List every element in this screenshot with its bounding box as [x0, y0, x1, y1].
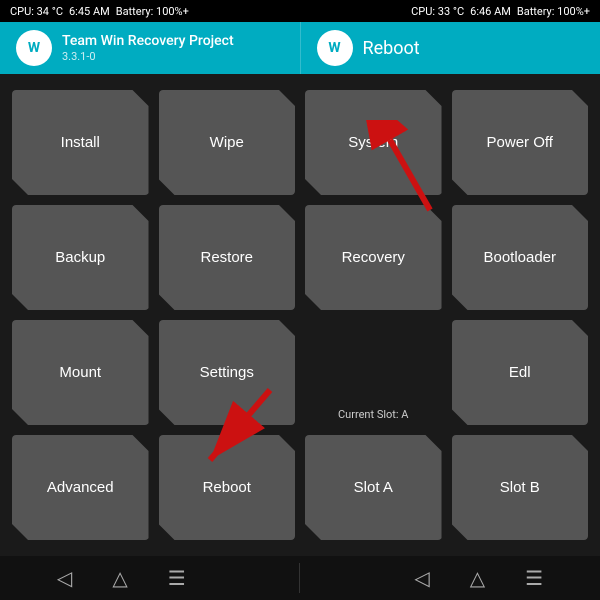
header: W Team Win Recovery Project 3.3.1-0 W Re…: [0, 22, 600, 74]
settings-button[interactable]: Settings: [159, 320, 296, 425]
reboot-button[interactable]: Reboot: [159, 435, 296, 540]
time-left: 6:45 AM: [69, 5, 110, 18]
main-grid: Install Wipe System Power Off Backup Res…: [0, 74, 600, 556]
reboot-logo: W: [317, 30, 353, 66]
restore-button[interactable]: Restore: [159, 205, 296, 310]
system-button[interactable]: System: [305, 90, 442, 195]
status-right: CPU: 33 °C 6:46 AM Battery: 100%+: [411, 5, 590, 18]
header-right[interactable]: W Reboot: [300, 22, 600, 74]
mount-button[interactable]: Mount: [12, 320, 149, 425]
nav-menu-left[interactable]: ☰: [168, 566, 186, 590]
battery-right: Battery: 100%+: [517, 5, 590, 18]
backup-button[interactable]: Backup: [12, 205, 149, 310]
power-off-button[interactable]: Power Off: [452, 90, 589, 195]
nav-divider: [299, 563, 300, 593]
status-left: CPU: 34 °C 6:45 AM Battery: 100%+: [10, 5, 189, 18]
nav-home-right[interactable]: △: [470, 566, 485, 590]
advanced-button[interactable]: Advanced: [12, 435, 149, 540]
nav-home-left[interactable]: △: [112, 566, 127, 590]
bottom-nav: ◁ △ ☰ ◁ △ ☰: [0, 556, 600, 600]
battery-left: Battery: 100%+: [116, 5, 189, 18]
reboot-title: Reboot: [363, 38, 420, 59]
nav-menu-right[interactable]: ☰: [525, 566, 543, 590]
slot-b-button[interactable]: Slot B: [452, 435, 589, 540]
header-left-text: Team Win Recovery Project 3.3.1-0: [62, 33, 234, 63]
install-button[interactable]: Install: [12, 90, 149, 195]
current-slot-text: Current Slot: A: [338, 408, 408, 421]
slot-info-cell: Current Slot: A: [305, 320, 442, 425]
status-bar: CPU: 34 °C 6:45 AM Battery: 100%+ CPU: 3…: [0, 0, 600, 22]
nav-group-left: ◁ △ ☰: [57, 566, 186, 590]
time-right: 6:46 AM: [470, 5, 511, 18]
nav-back-right[interactable]: ◁: [414, 566, 429, 590]
app-version: 3.3.1-0: [62, 50, 234, 63]
twrp-logo: W: [16, 30, 52, 66]
wipe-button[interactable]: Wipe: [159, 90, 296, 195]
nav-back-left[interactable]: ◁: [57, 566, 72, 590]
app-title: Team Win Recovery Project: [62, 33, 234, 50]
edl-button[interactable]: Edl: [452, 320, 589, 425]
bootloader-button[interactable]: Bootloader: [452, 205, 589, 310]
nav-group-right: ◁ △ ☰: [414, 566, 543, 590]
slot-a-button[interactable]: Slot A: [305, 435, 442, 540]
cpu-temp-right: CPU: 33 °C: [411, 5, 464, 18]
header-left: W Team Win Recovery Project 3.3.1-0: [0, 22, 300, 74]
recovery-button[interactable]: Recovery: [305, 205, 442, 310]
cpu-temp-left: CPU: 34 °C: [10, 5, 63, 18]
